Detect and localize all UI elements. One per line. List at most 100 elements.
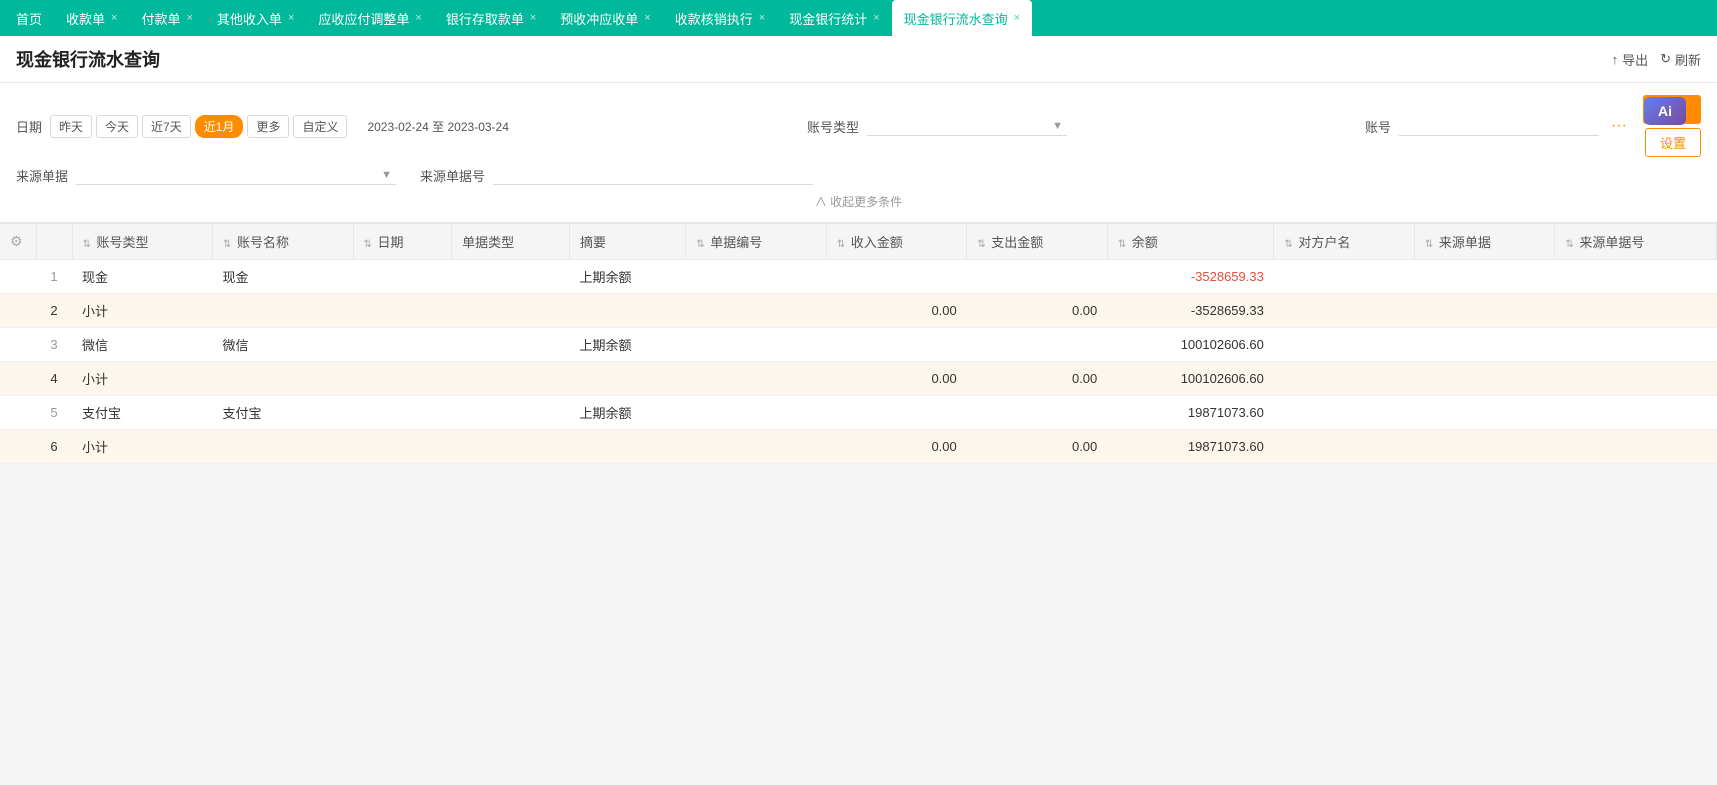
row-counterpart xyxy=(1274,362,1415,396)
close-icon[interactable]: × xyxy=(873,12,879,24)
close-icon[interactable]: × xyxy=(759,12,765,24)
row-counterpart xyxy=(1274,328,1415,362)
date-filter: 日期 昨天 今天 近7天 近1月 更多 自定义 xyxy=(16,115,347,138)
date-btn-custom[interactable]: 自定义 xyxy=(293,115,347,138)
row-summary: 上期余额 xyxy=(569,328,685,362)
table-body: 1 现金 现金 上期余额 -3528659.33 2 小计 0.00 0.00 … xyxy=(0,260,1717,464)
close-icon[interactable]: × xyxy=(288,12,294,24)
export-button[interactable]: ↑ 导出 xyxy=(1612,50,1649,69)
row-account-type: 小计 xyxy=(72,362,213,396)
account-type-select[interactable] xyxy=(867,116,1067,136)
row-expense: 0.00 xyxy=(967,294,1108,328)
date-btn-today[interactable]: 今天 xyxy=(96,115,138,138)
sort-icon: ⇅ xyxy=(83,239,91,250)
row-source-doc xyxy=(1414,362,1555,396)
nav-cash-bank-flow[interactable]: 现金银行流水查询 × xyxy=(892,0,1032,36)
nav-cash-bank-stat[interactable]: 现金银行统计 × xyxy=(777,0,891,36)
th-source-doc-no[interactable]: ⇅ 来源单据号 xyxy=(1555,224,1717,260)
source-doc-select[interactable] xyxy=(76,165,396,185)
row-account-type: 小计 xyxy=(72,294,213,328)
row-summary xyxy=(569,362,685,396)
ai-badge[interactable]: Ai xyxy=(1644,97,1686,125)
row-gear xyxy=(0,396,36,430)
close-icon[interactable]: × xyxy=(186,12,192,24)
page-header: 现金银行流水查询 ↑ 导出 ↻ 刷新 xyxy=(0,36,1717,83)
nav-ar-ap-adjust[interactable]: 应收应付调整单 × xyxy=(306,0,433,36)
source-doc-num-input[interactable] xyxy=(493,165,813,185)
close-icon[interactable]: × xyxy=(111,12,117,24)
th-balance[interactable]: ⇅ 余额 xyxy=(1107,224,1274,260)
gear-icon[interactable]: ⚙ xyxy=(10,233,23,249)
row-doc-type xyxy=(452,396,570,430)
refresh-button[interactable]: ↻ 刷新 xyxy=(1660,50,1701,69)
nav-home[interactable]: 首页 xyxy=(4,0,54,36)
sort-icon: ⇅ xyxy=(1284,239,1292,250)
row-income xyxy=(826,260,967,294)
row-income: 0.00 xyxy=(826,362,967,396)
row-summary: 上期余额 xyxy=(569,260,685,294)
row-source-doc-no xyxy=(1555,430,1717,464)
row-expense: 0.00 xyxy=(967,430,1108,464)
row-gear xyxy=(0,430,36,464)
sort-icon: ⇅ xyxy=(837,239,845,250)
table-header-row: ⚙ ⇅ 账号类型 ⇅ 账号名称 ⇅ 日期 单据类型 xyxy=(0,224,1717,260)
th-expense[interactable]: ⇅ 支出金额 xyxy=(967,224,1108,260)
row-account-type: 支付宝 xyxy=(72,396,213,430)
data-table: ⚙ ⇅ 账号类型 ⇅ 账号名称 ⇅ 日期 单据类型 xyxy=(0,223,1717,464)
row-doc-no xyxy=(686,260,827,294)
close-icon[interactable]: × xyxy=(644,12,650,24)
date-btn-more[interactable]: 更多 xyxy=(247,115,289,138)
row-account-name xyxy=(213,430,354,464)
date-btn-7days[interactable]: 近7天 xyxy=(142,115,191,138)
account-input[interactable] xyxy=(1399,116,1599,136)
nav-receipt-verify[interactable]: 收款核销执行 × xyxy=(663,0,777,36)
account-label: 账号 xyxy=(1365,117,1391,136)
close-icon[interactable]: × xyxy=(415,12,421,24)
date-btn-1month[interactable]: 近1月 xyxy=(195,115,244,138)
account-type-select-wrapper: ▼ xyxy=(867,116,1067,136)
row-source-doc-no xyxy=(1555,362,1717,396)
row-summary xyxy=(569,294,685,328)
row-number: 1 xyxy=(36,260,72,294)
sort-icon: ⇅ xyxy=(1565,239,1573,250)
settings-button[interactable]: 设置 xyxy=(1645,128,1701,157)
nav-bank-deposit[interactable]: 银行存取款单 × xyxy=(434,0,548,36)
account-type-label: 账号类型 xyxy=(807,117,859,136)
date-range-display: 2023-02-24 至 2023-03-24 xyxy=(367,118,508,135)
close-icon[interactable]: × xyxy=(530,12,536,24)
th-doc-no[interactable]: ⇅ 单据编号 xyxy=(686,224,827,260)
row-number: 2 xyxy=(36,294,72,328)
collapse-bar[interactable]: ∧ 收起更多条件 xyxy=(16,189,1701,214)
close-icon[interactable]: × xyxy=(1014,12,1020,24)
th-source-doc[interactable]: ⇅ 来源单据 xyxy=(1414,224,1555,260)
row-income xyxy=(826,396,967,430)
th-date[interactable]: ⇅ 日期 xyxy=(353,224,452,260)
filter-row-1: 日期 昨天 今天 近7天 近1月 更多 自定义 2023-02-24 至 202… xyxy=(16,95,1701,157)
th-counterpart[interactable]: ⇅ 对方户名 xyxy=(1274,224,1415,260)
th-account-type[interactable]: ⇅ 账号类型 xyxy=(72,224,213,260)
row-source-doc xyxy=(1414,260,1555,294)
row-number: 4 xyxy=(36,362,72,396)
date-options: 昨天 今天 近7天 近1月 更多 自定义 xyxy=(50,115,347,138)
sort-icon: ⇅ xyxy=(364,239,372,250)
row-gear xyxy=(0,362,36,396)
th-gear: ⚙ xyxy=(0,224,36,260)
row-doc-type xyxy=(452,328,570,362)
filter-row-2: 来源单据 ▼ 来源单据号 xyxy=(16,165,1701,185)
row-doc-no xyxy=(686,396,827,430)
row-account-type: 现金 xyxy=(72,260,213,294)
nav-other-income[interactable]: 其他收入单 × xyxy=(205,0,306,36)
dots-button[interactable]: ··· xyxy=(1611,117,1627,135)
th-income[interactable]: ⇅ 收入金额 xyxy=(826,224,967,260)
nav-receipt[interactable]: 收款单 × xyxy=(54,0,129,36)
row-date xyxy=(353,396,452,430)
row-doc-no xyxy=(686,328,827,362)
row-balance: 100102606.60 xyxy=(1107,328,1274,362)
date-btn-yesterday[interactable]: 昨天 xyxy=(50,115,92,138)
nav-prepay-receipt[interactable]: 预收冲应收单 × xyxy=(548,0,662,36)
nav-payment[interactable]: 付款单 × xyxy=(129,0,204,36)
account-type-filter: 账号类型 ▼ xyxy=(807,116,1067,136)
row-summary xyxy=(569,430,685,464)
filter-area: 日期 昨天 今天 近7天 近1月 更多 自定义 2023-02-24 至 202… xyxy=(0,83,1717,223)
th-account-name[interactable]: ⇅ 账号名称 xyxy=(213,224,354,260)
